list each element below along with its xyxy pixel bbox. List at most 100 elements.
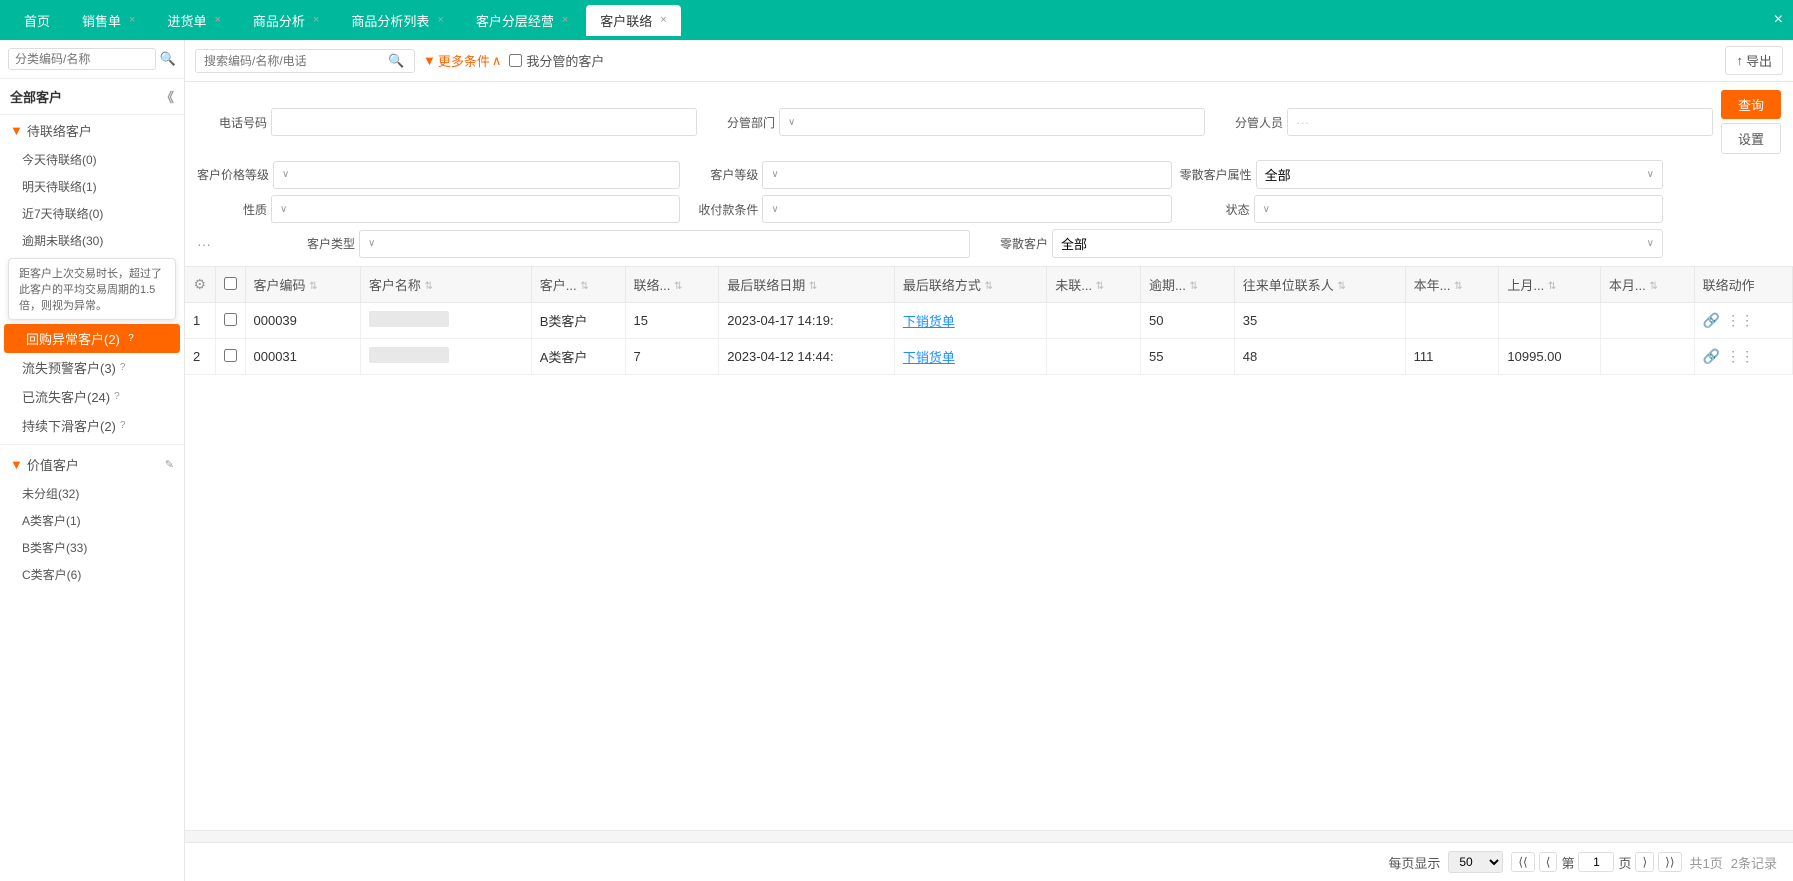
action-grid-icon-2[interactable]: ⋮⋮	[1726, 348, 1754, 365]
filter-row4-dots[interactable]: ···	[197, 236, 277, 252]
td-check-2[interactable]	[215, 339, 245, 375]
customer-level-input[interactable]: ∨	[762, 161, 1171, 189]
sidebar-item-class-c[interactable]: C类客户(6)	[0, 561, 184, 588]
row1-checkbox[interactable]	[224, 313, 237, 326]
filter-more-conditions[interactable]: ▼ 更多条件 ∧	[423, 51, 501, 70]
tab-analysis-list-close[interactable]: ×	[437, 14, 443, 26]
td-unread-2	[1047, 339, 1141, 375]
th-gear[interactable]: ⚙	[185, 267, 215, 303]
scatter-customer-input[interactable]: 全部 ∨	[1052, 229, 1663, 258]
td-last-contact-method-1[interactable]: 下销货单	[894, 303, 1046, 339]
sidebar-value-customers-group[interactable]: ▼ 价值客户 ✎	[0, 449, 184, 480]
filter-search-icon[interactable]: 🔍	[388, 53, 404, 69]
sidebar-search-input[interactable]	[8, 48, 156, 70]
gear-icon[interactable]: ⚙	[193, 276, 206, 292]
more-dots-icon[interactable]: ···	[197, 236, 211, 252]
window-close-button[interactable]: ×	[1774, 11, 1783, 29]
sidebar-item-overdue[interactable]: 逾期未联络(30)	[0, 227, 184, 254]
customer-level-label: 客户等级	[688, 166, 758, 183]
tab-home[interactable]: 首页	[10, 5, 64, 36]
sidebar-item-ungrouped[interactable]: 未分组(32)	[0, 480, 184, 507]
contact-method-link-1[interactable]: 下销货单	[903, 314, 955, 329]
tab-analysis-list[interactable]: 商品分析列表 ×	[337, 5, 457, 36]
row2-checkbox[interactable]	[224, 349, 237, 362]
th-level[interactable]: 客户... ⇅	[531, 267, 625, 303]
sidebar-collapse-icon[interactable]: 《	[161, 87, 174, 106]
filter-search-input[interactable]	[204, 54, 384, 68]
filter-search-box[interactable]: 🔍	[195, 49, 415, 73]
sidebar-item-churn-warning[interactable]: 流失预警客户(3) ?	[0, 353, 184, 382]
export-button[interactable]: ↑ 导出	[1725, 46, 1783, 75]
td-name-2[interactable]	[360, 339, 531, 375]
tab-customer-mgmt-close[interactable]: ×	[562, 14, 568, 26]
price-level-input[interactable]: ∨	[273, 161, 680, 189]
action-link-icon-2[interactable]: 🔗	[1703, 348, 1720, 365]
td-name-1[interactable]	[360, 303, 531, 339]
th-last-contact-method[interactable]: 最后联络方式 ⇅	[894, 267, 1046, 303]
th-last-contact-date[interactable]: 最后联络日期 ⇅	[719, 267, 895, 303]
sidebar-item-7days[interactable]: 近7天待联络(0)	[0, 200, 184, 227]
value-customers-edit-icon[interactable]: ✎	[165, 458, 174, 471]
nature-input[interactable]: ∨	[271, 195, 680, 223]
sidebar-item-churned[interactable]: 已流失客户(24) ?	[0, 382, 184, 411]
next-page-button[interactable]: ⟩	[1635, 852, 1654, 872]
sidebar-item-class-a[interactable]: A类客户(1)	[0, 507, 184, 534]
action-icons-1: 🔗 ⋮⋮	[1703, 312, 1784, 329]
query-button[interactable]: 查询	[1721, 90, 1781, 119]
action-link-icon-1[interactable]: 🔗	[1703, 312, 1720, 329]
th-checkbox[interactable]	[215, 267, 245, 303]
page-input[interactable]	[1578, 852, 1614, 872]
sidebar-pending-contact-group[interactable]: ▼ 待联络客户	[0, 115, 184, 146]
action-grid-icon-1[interactable]: ⋮⋮	[1726, 312, 1754, 329]
content-area: 🔍 ▼ 更多条件 ∧ 我分管的客户 ↑ 导出 电话号码	[185, 40, 1793, 881]
phone-input[interactable]	[271, 108, 697, 136]
payment-input[interactable]: ∨	[762, 195, 1171, 223]
horizontal-scrollbar[interactable]	[185, 830, 1793, 842]
sidebar-item-declining[interactable]: 持续下滑客户(2) ?	[0, 411, 184, 440]
status-input[interactable]: ∨	[1254, 195, 1663, 223]
filter-buttons: 查询 设置	[1721, 90, 1781, 154]
dept-input[interactable]: ∨	[779, 108, 1205, 136]
contact-method-link-2[interactable]: 下销货单	[903, 350, 955, 365]
th-code[interactable]: 客户编码 ⇅	[245, 267, 360, 303]
th-contact-count[interactable]: 联络... ⇅	[625, 267, 719, 303]
tab-purchase[interactable]: 进货单 ×	[153, 5, 234, 36]
th-unread[interactable]: 未联... ⇅	[1047, 267, 1141, 303]
th-unit-contact[interactable]: 往来单位联系人 ⇅	[1234, 267, 1405, 303]
sidebar-search-icon[interactable]: 🔍	[160, 51, 176, 67]
my-customers-checkbox[interactable]	[509, 54, 522, 67]
sidebar-item-class-b[interactable]: B类客户(33)	[0, 534, 184, 561]
pagination-bar: 每页显示 50 100 200 ⟨⟨ ⟨ 第 页 ⟩ ⟩⟩ 共1页 2条记录	[185, 842, 1793, 881]
sidebar-item-tomorrow[interactable]: 明天待联络(1)	[0, 173, 184, 200]
prev-page-button[interactable]: ⟨	[1539, 852, 1558, 872]
unit-contact-sort-icon: ⇅	[1337, 281, 1345, 292]
select-all-checkbox[interactable]	[224, 277, 237, 290]
tab-customer-contact-close[interactable]: ×	[660, 14, 666, 26]
customer-type-input[interactable]: ∨	[359, 230, 970, 258]
td-last-contact-method-2[interactable]: 下销货单	[894, 339, 1046, 375]
sidebar-all-customers[interactable]: 全部客户 《	[0, 79, 184, 115]
th-this-month[interactable]: 本月... ⇅	[1600, 267, 1694, 303]
td-check-1[interactable]	[215, 303, 245, 339]
th-overdue[interactable]: 逾期... ⇅	[1140, 267, 1234, 303]
last-page-button[interactable]: ⟩⟩	[1658, 852, 1681, 872]
set-button[interactable]: 设置	[1721, 123, 1781, 154]
tab-analysis[interactable]: 商品分析 ×	[239, 5, 333, 36]
scatter-attr-input[interactable]: 全部 ∨	[1256, 160, 1663, 189]
per-page-select[interactable]: 50 100 200	[1448, 851, 1503, 873]
th-name[interactable]: 客户名称 ⇅	[360, 267, 531, 303]
tab-analysis-close[interactable]: ×	[313, 14, 319, 26]
first-page-button[interactable]: ⟨⟨	[1511, 852, 1534, 872]
person-input[interactable]: ···	[1287, 108, 1713, 136]
tab-purchase-close[interactable]: ×	[214, 14, 220, 26]
th-this-year[interactable]: 本年... ⇅	[1405, 267, 1499, 303]
sidebar-item-today[interactable]: 今天待联络(0)	[0, 146, 184, 173]
declining-label: 持续下滑客户(2)	[22, 416, 116, 435]
my-customers-checkbox-area[interactable]: 我分管的客户	[509, 51, 604, 70]
th-last-month[interactable]: 上月... ⇅	[1499, 267, 1600, 303]
tab-sales[interactable]: 销售单 ×	[68, 5, 149, 36]
tab-customer-mgmt[interactable]: 客户分层经营 ×	[462, 5, 582, 36]
tab-customer-contact[interactable]: 客户联络 ×	[586, 5, 680, 36]
sidebar-item-repurchase-anomaly[interactable]: 回购异常客户(2) ?	[4, 324, 180, 353]
tab-sales-close[interactable]: ×	[129, 14, 135, 26]
